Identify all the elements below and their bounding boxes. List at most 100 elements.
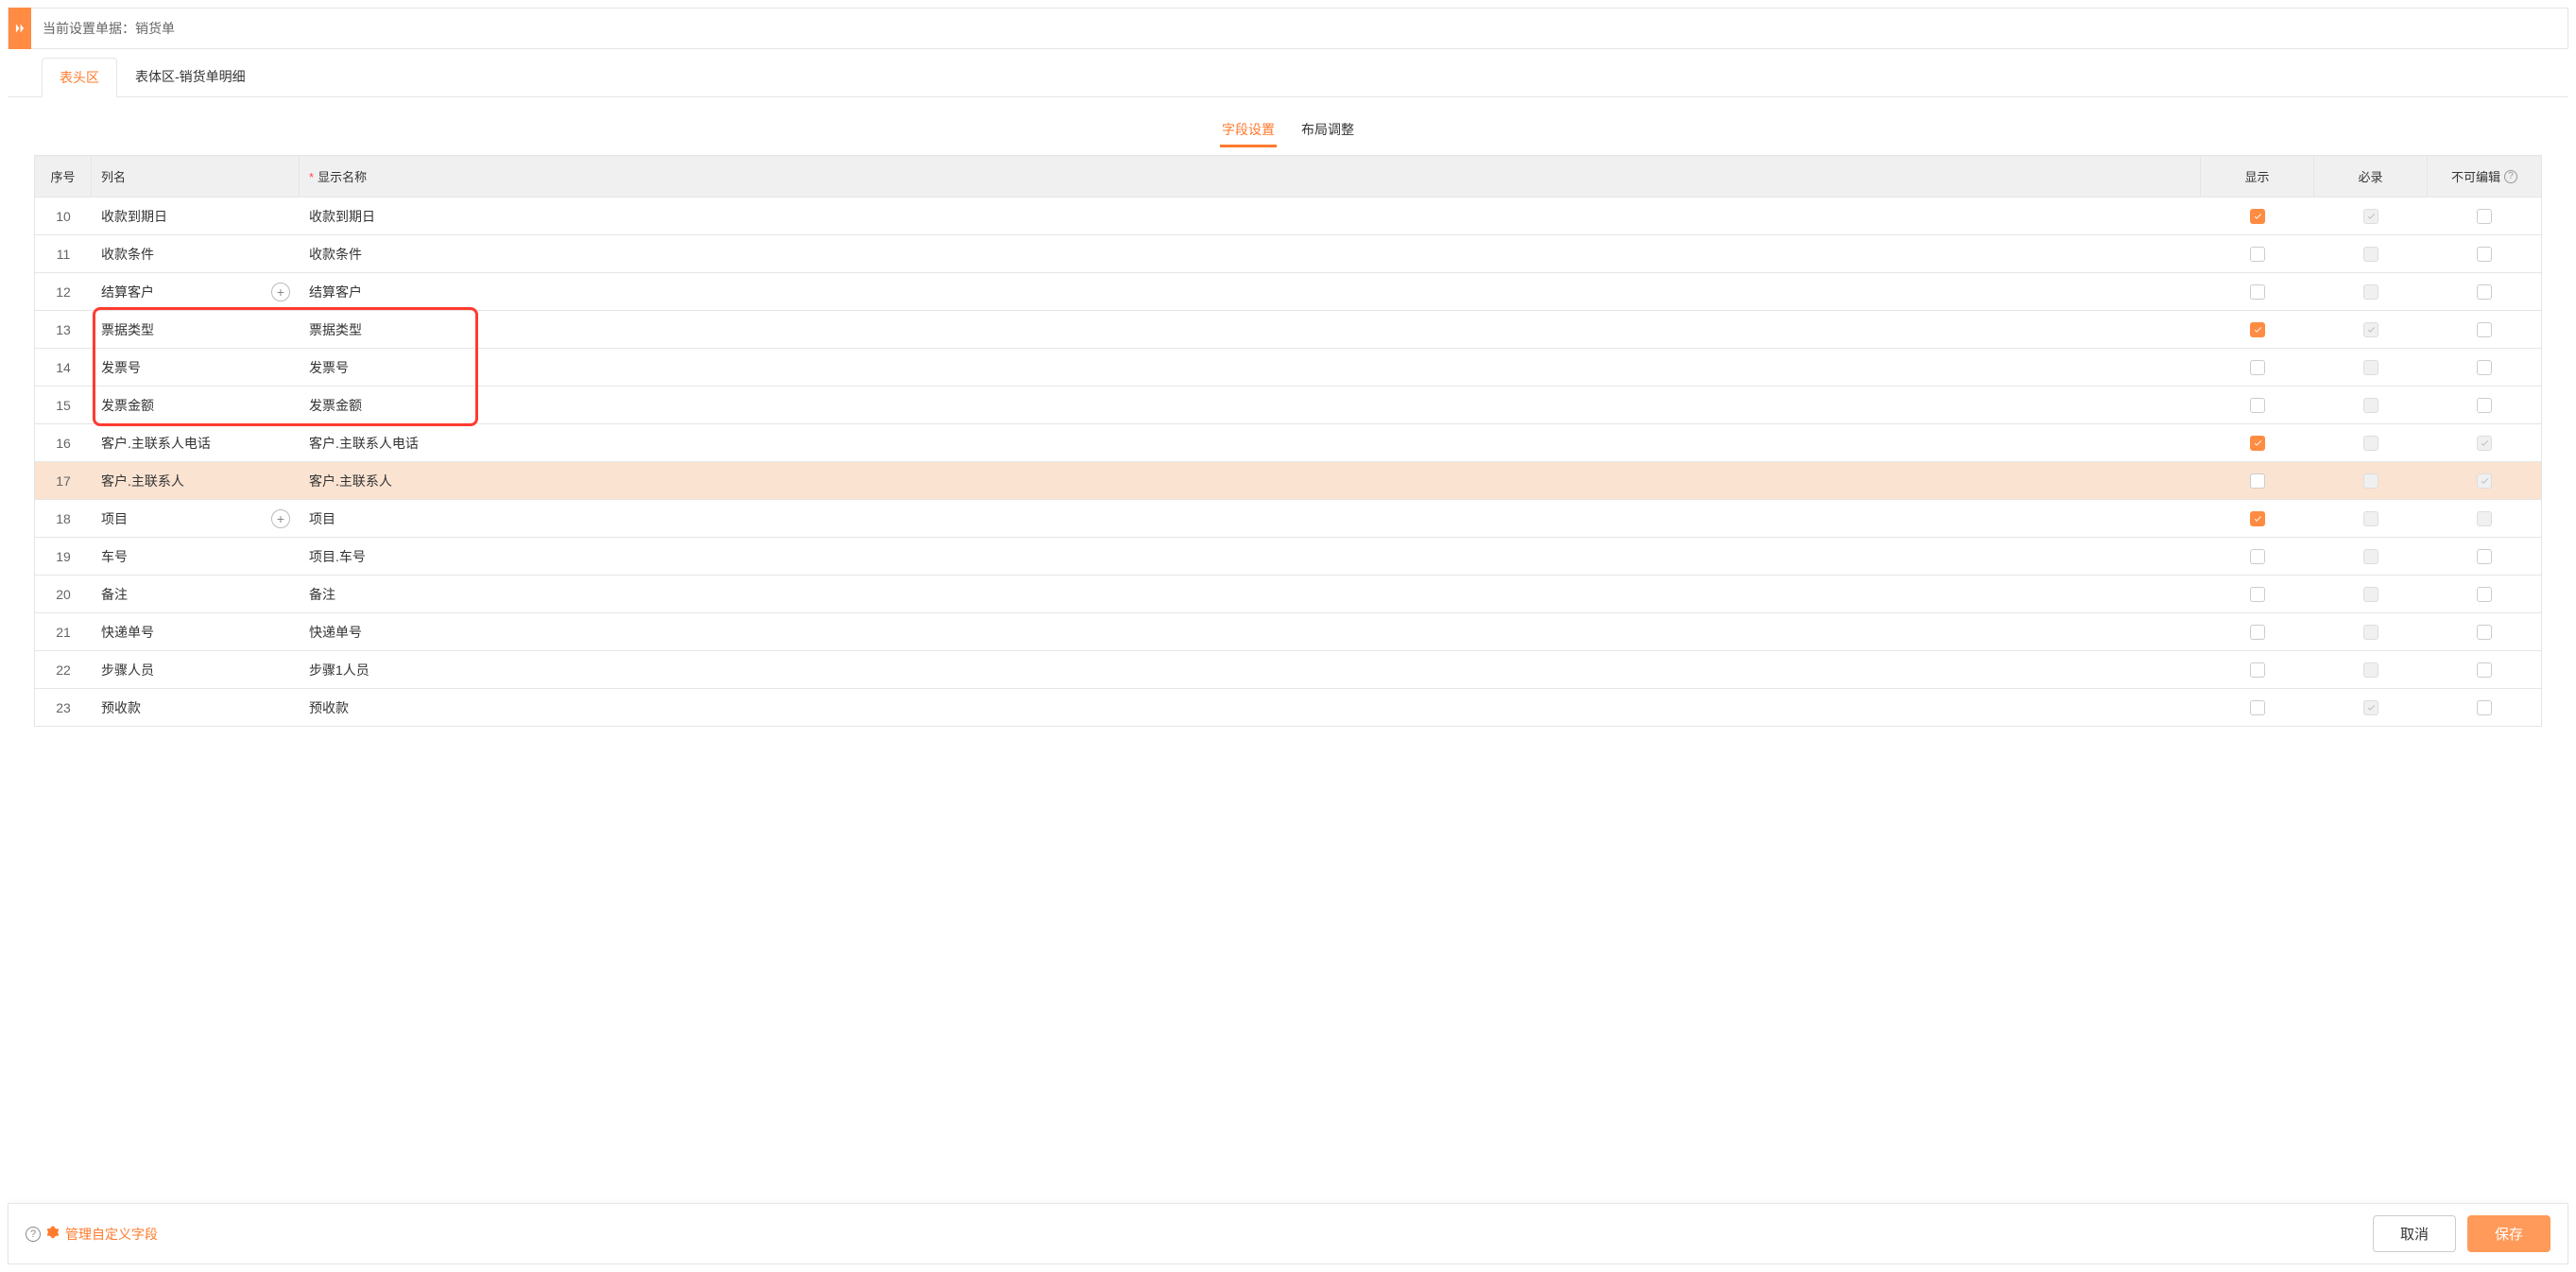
cell-show: [2201, 541, 2314, 572]
table-row[interactable]: 15发票金额发票金额: [35, 387, 2541, 424]
checkbox[interactable]: [2477, 662, 2492, 678]
table-row[interactable]: 10收款到期日收款到期日: [35, 198, 2541, 235]
cell-required: [2314, 201, 2428, 232]
cell-lock: [2428, 504, 2541, 534]
cell-seq: 19: [35, 541, 92, 572]
checkbox[interactable]: [2477, 360, 2492, 375]
cell-col: 收款到期日: [92, 199, 300, 233]
header-title: 当前设置单据：销货单: [43, 19, 175, 38]
checkbox[interactable]: [2477, 322, 2492, 337]
cell-display-name[interactable]: 收款条件: [300, 237, 2201, 271]
table-body: 10收款到期日收款到期日11收款条件收款条件12结算客户+结算客户13票据类型票…: [34, 198, 2542, 727]
checkbox[interactable]: [2250, 247, 2265, 262]
table-row[interactable]: 23预收款预收款: [35, 689, 2541, 727]
cell-show: [2201, 277, 2314, 307]
cell-show: [2201, 428, 2314, 458]
cell-display-name[interactable]: 发票金额: [300, 388, 2201, 422]
checkbox: [2363, 625, 2379, 640]
checkbox: [2363, 436, 2379, 451]
table-row[interactable]: 22步骤人员步骤1人员: [35, 651, 2541, 689]
checkbox[interactable]: [2477, 587, 2492, 602]
cell-display-name[interactable]: 备注: [300, 577, 2201, 611]
help-icon[interactable]: ?: [26, 1227, 41, 1242]
checkbox: [2477, 511, 2492, 526]
save-button[interactable]: 保存: [2467, 1215, 2550, 1252]
table-row[interactable]: 13票据类型票据类型: [35, 311, 2541, 349]
cell-display-name[interactable]: 收款到期日: [300, 199, 2201, 233]
table-row[interactable]: 14发票号发票号: [35, 349, 2541, 387]
cell-col: 发票金额: [92, 388, 300, 422]
col-label: 收款到期日: [101, 207, 167, 226]
checkbox[interactable]: [2250, 398, 2265, 413]
col-label: 步骤人员: [101, 661, 154, 679]
table-row[interactable]: 12结算客户+结算客户: [35, 273, 2541, 311]
cell-show: [2201, 655, 2314, 685]
cell-show: [2201, 201, 2314, 232]
checkbox[interactable]: [2477, 549, 2492, 564]
cell-col: 车号: [92, 540, 300, 574]
table-row[interactable]: 19车号项目.车号: [35, 538, 2541, 576]
cell-required: [2314, 466, 2428, 496]
cell-display-name[interactable]: 预收款: [300, 691, 2201, 725]
cell-display-name[interactable]: 客户.主联系人: [300, 464, 2201, 498]
checkbox[interactable]: [2250, 549, 2265, 564]
th-col: 列名: [92, 156, 300, 197]
table-row[interactable]: 20备注备注: [35, 576, 2541, 613]
cell-required: [2314, 352, 2428, 383]
expand-plus-button[interactable]: +: [271, 509, 290, 528]
checkbox[interactable]: [2250, 473, 2265, 489]
table-row[interactable]: 17客户.主联系人客户.主联系人: [35, 462, 2541, 500]
expand-plus-button[interactable]: +: [271, 283, 290, 301]
cell-show: [2201, 579, 2314, 610]
checkbox[interactable]: [2250, 700, 2265, 715]
sub-tab[interactable]: 布局调整: [1299, 114, 1356, 147]
checkbox[interactable]: [2250, 587, 2265, 602]
checkbox[interactable]: [2250, 511, 2265, 526]
checkbox[interactable]: [2250, 436, 2265, 451]
checkbox[interactable]: [2250, 662, 2265, 678]
cell-lock: [2428, 617, 2541, 647]
cell-display-name[interactable]: 项目: [300, 502, 2201, 536]
cell-display-name[interactable]: 发票号: [300, 351, 2201, 385]
table-row[interactable]: 16客户.主联系人电话客户.主联系人电话: [35, 424, 2541, 462]
checkbox[interactable]: [2477, 284, 2492, 300]
checkbox[interactable]: [2250, 209, 2265, 224]
expand-toggle[interactable]: [9, 8, 31, 49]
tabs-underline: [8, 96, 2568, 97]
cell-lock: [2428, 315, 2541, 345]
sub-tab[interactable]: 字段设置: [1220, 114, 1277, 147]
checkbox[interactable]: [2477, 209, 2492, 224]
checkbox[interactable]: [2477, 625, 2492, 640]
checkbox[interactable]: [2477, 398, 2492, 413]
table-row[interactable]: 21快递单号快递单号: [35, 613, 2541, 651]
table-row[interactable]: 11收款条件收款条件: [35, 235, 2541, 273]
checkbox[interactable]: [2250, 360, 2265, 375]
cell-required: [2314, 390, 2428, 421]
cell-lock: [2428, 466, 2541, 496]
cell-display-name[interactable]: 票据类型: [300, 313, 2201, 347]
manage-custom-fields-link[interactable]: 管理自定义字段: [65, 1225, 158, 1244]
main-tab[interactable]: 表头区: [42, 58, 117, 97]
info-icon[interactable]: ?: [2504, 170, 2517, 183]
cell-display-name[interactable]: 快递单号: [300, 615, 2201, 649]
cell-col: 客户.主联系人电话: [92, 426, 300, 460]
main-tab[interactable]: 表体区-销货单明细: [117, 57, 264, 96]
header-doc-name: 销货单: [135, 21, 175, 36]
field-table: 序号 列名 *显示名称 显示 必录 不可编辑? 10收款到期日收款到期日11收款…: [34, 155, 2542, 727]
checkbox: [2363, 284, 2379, 300]
checkbox: [2363, 398, 2379, 413]
checkbox[interactable]: [2250, 625, 2265, 640]
cancel-button[interactable]: 取消: [2373, 1215, 2456, 1252]
cell-display-name[interactable]: 客户.主联系人电话: [300, 426, 2201, 460]
checkbox[interactable]: [2250, 284, 2265, 300]
cell-display-name[interactable]: 项目.车号: [300, 540, 2201, 574]
cell-col: 结算客户+: [92, 275, 300, 309]
col-label: 收款条件: [101, 245, 154, 264]
checkbox[interactable]: [2477, 247, 2492, 262]
table-row[interactable]: 18项目+项目: [35, 500, 2541, 538]
cell-display-name[interactable]: 结算客户: [300, 275, 2201, 309]
checkbox[interactable]: [2250, 322, 2265, 337]
checkbox[interactable]: [2477, 700, 2492, 715]
cell-col: 备注: [92, 577, 300, 611]
cell-display-name[interactable]: 步骤1人员: [300, 653, 2201, 687]
